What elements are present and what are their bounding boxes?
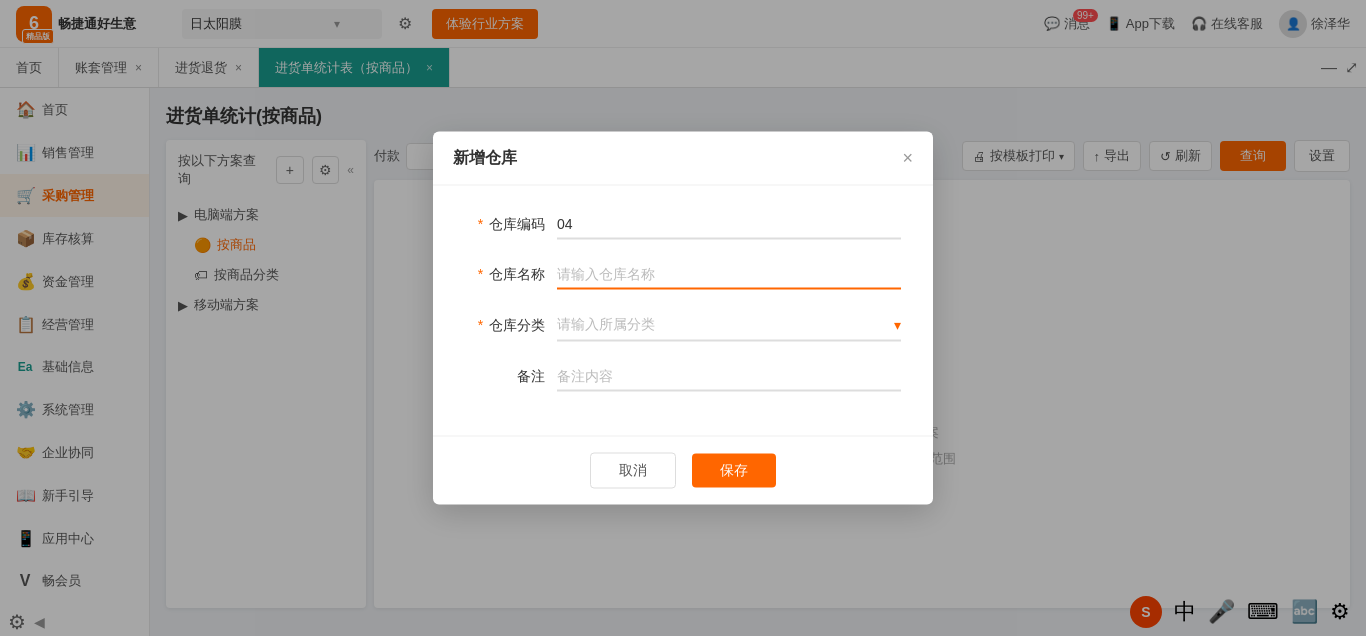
required-mark: * bbox=[478, 216, 483, 232]
dialog-footer: 取消 保存 bbox=[433, 436, 933, 505]
warehouse-remark-row: 备注 bbox=[465, 362, 901, 392]
dialog-header: 新增仓库 × bbox=[433, 132, 933, 186]
cancel-button[interactable]: 取消 bbox=[590, 453, 676, 489]
chevron-down-icon: ▾ bbox=[894, 317, 901, 333]
warehouse-code-row: * 仓库编码 bbox=[465, 210, 901, 240]
dialog-title: 新增仓库 bbox=[453, 148, 517, 169]
warehouse-remark-input[interactable] bbox=[557, 362, 901, 392]
warehouse-category-select[interactable]: 请输入所属分类 ▾ bbox=[557, 310, 901, 342]
code-label: * 仓库编码 bbox=[465, 216, 545, 234]
dialog-body: * 仓库编码 * 仓库名称 * 仓库分类 请输入所属分类 ▾ bbox=[433, 186, 933, 436]
warehouse-category-row: * 仓库分类 请输入所属分类 ▾ bbox=[465, 310, 901, 342]
warehouse-name-row: * 仓库名称 bbox=[465, 260, 901, 290]
name-label: * 仓库名称 bbox=[465, 266, 545, 284]
category-label: * 仓库分类 bbox=[465, 317, 545, 335]
new-warehouse-dialog: 新增仓库 × * 仓库编码 * 仓库名称 * 仓库分类 请输入 bbox=[433, 132, 933, 505]
required-mark: * bbox=[478, 266, 483, 282]
required-mark: * bbox=[478, 317, 483, 333]
close-icon[interactable]: × bbox=[902, 148, 913, 169]
warehouse-code-input[interactable] bbox=[557, 210, 901, 240]
save-button[interactable]: 保存 bbox=[692, 454, 776, 488]
warehouse-name-input[interactable] bbox=[557, 260, 901, 290]
category-placeholder: 请输入所属分类 bbox=[557, 316, 655, 334]
remark-label: 备注 bbox=[465, 368, 545, 386]
